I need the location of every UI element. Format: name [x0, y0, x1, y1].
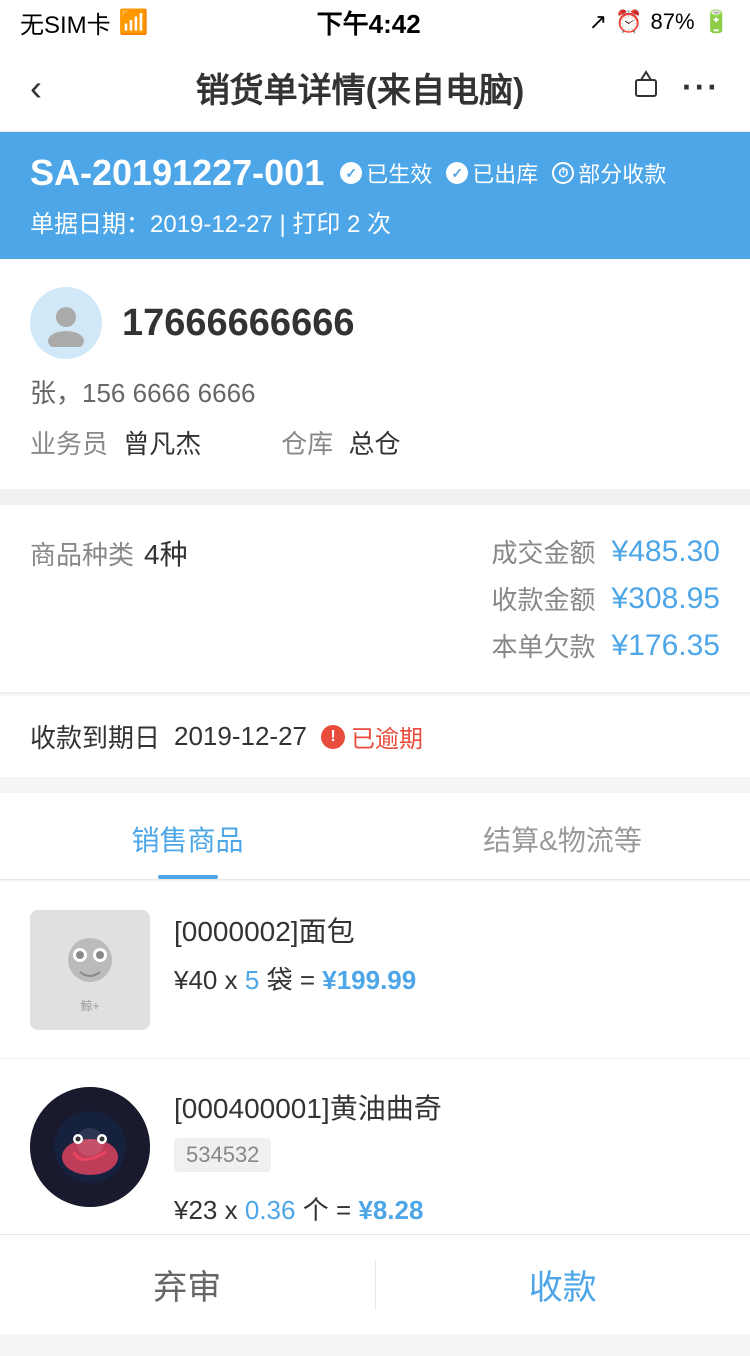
tabs-row: 销售商品 结算&物流等	[0, 793, 750, 879]
back-button[interactable]: ‹	[30, 67, 90, 109]
received-label: 收款金额	[492, 580, 596, 617]
header-top-row: SA-20191227-001 ✓ 已生效 ✓ 已出库 ⏱ 部分收款	[30, 152, 720, 194]
product-price-2: ¥23 x 0.36 个 = ¥8.28	[174, 1190, 720, 1227]
types-label: 商品种类	[30, 535, 134, 572]
customer-section: 17666666666 张，156 6666 6666 业务员 曾凡杰 仓库 总…	[0, 259, 750, 489]
nav-actions: ···	[630, 67, 720, 109]
deal-value: ¥485.30	[612, 535, 720, 569]
clock-icon: ⏱	[552, 162, 574, 184]
due-date-value: 2019-12-27	[174, 721, 307, 752]
warehouse-label: 仓库	[281, 429, 333, 459]
divider-1	[0, 489, 750, 505]
price-eq-1: =	[300, 965, 322, 995]
alarm-icon: ⏰	[615, 9, 642, 35]
product-name-2: [000400001]黄油曲奇	[174, 1087, 720, 1127]
battery-icon: 🔋	[703, 9, 730, 35]
price-base-1: ¥40	[174, 965, 217, 995]
location-icon: ↗	[589, 9, 607, 35]
status-right: ↗ ⏰ 87% 🔋	[589, 9, 730, 35]
price-x-2: x	[225, 1195, 245, 1225]
salesperson-label: 业务员	[30, 429, 108, 459]
product-item: 鲸+ [0000002]面包 ¥40 x 5 袋 = ¥199.99	[0, 882, 750, 1059]
due-section: 收款到期日 2019-12-27 ! 已逾期	[0, 696, 750, 777]
share-button[interactable]	[630, 67, 662, 109]
customer-meta: 业务员 曾凡杰 仓库 总仓	[30, 424, 720, 461]
customer-row: 17666666666	[30, 287, 720, 359]
price-eq-2: =	[336, 1195, 358, 1225]
owed-label: 本单欠款	[492, 627, 596, 664]
badge-shipped: ✓ 已出库	[446, 157, 538, 189]
cancel-review-button[interactable]: 弃审	[0, 1240, 375, 1329]
status-badges: ✓ 已生效 ✓ 已出库 ⏱ 部分收款	[340, 157, 666, 189]
tab-settlement[interactable]: 结算&物流等	[375, 793, 750, 879]
overdue-label: 已逾期	[351, 719, 423, 754]
price-total-2: ¥8.28	[358, 1195, 423, 1225]
header-sub-info: 单据日期：2019-12-27 | 打印 2 次	[30, 204, 720, 239]
collect-payment-button[interactable]: 收款	[376, 1240, 750, 1329]
header-band: SA-20191227-001 ✓ 已生效 ✓ 已出库 ⏱ 部分收款 单据日期：…	[0, 132, 750, 259]
customer-name-sub: 张，156 6666 6666	[30, 373, 720, 410]
warehouse-info: 仓库 总仓	[281, 424, 400, 461]
salesperson-value: 曾凡杰	[123, 429, 201, 459]
price-total-1: ¥199.99	[322, 965, 416, 995]
warehouse-value: 总仓	[349, 429, 401, 459]
wifi-icon: 📶	[119, 8, 149, 37]
bottom-bar: 弃审 收款	[0, 1234, 750, 1334]
price-unit-2: 个	[303, 1195, 329, 1225]
tab-sales-label: 销售商品	[131, 825, 243, 856]
nav-bar: ‹ 销货单详情(来自电脑) ···	[0, 44, 750, 132]
status-left: 无SIM卡 📶	[20, 5, 149, 40]
svg-text:鲸+: 鲸+	[80, 998, 99, 1013]
product-item-2: [000400001]黄油曲奇 534532 ¥23 x 0.36 个 = ¥8…	[0, 1059, 750, 1256]
badge-partial: ⏱ 部分收款	[552, 157, 666, 189]
order-date: 单据日期：2019-12-27	[30, 211, 273, 238]
carrier-label: 无SIM卡	[20, 5, 111, 40]
due-label: 收款到期日	[30, 718, 160, 755]
overdue-icon: !	[321, 725, 345, 749]
badge-active: ✓ 已生效	[340, 157, 432, 189]
product-info-1: [0000002]面包 ¥40 x 5 袋 = ¥199.99	[174, 910, 720, 997]
amounts: 成交金额 ¥485.30 收款金额 ¥308.95 本单欠款 ¥176.35	[492, 533, 720, 664]
product-price-1: ¥40 x 5 袋 = ¥199.99	[174, 960, 720, 997]
battery-label: 87%	[651, 9, 695, 35]
summary-row: 商品种类 4种 成交金额 ¥485.30 收款金额 ¥308.95 本单欠款 ¥…	[30, 533, 720, 664]
received-amount: 收款金额 ¥308.95	[492, 580, 720, 617]
deal-label: 成交金额	[492, 533, 596, 570]
price-base-2: ¥23	[174, 1195, 217, 1225]
types-value: 4种	[144, 533, 188, 573]
check-icon-1: ✓	[340, 162, 362, 184]
deal-amount: 成交金额 ¥485.30	[492, 533, 720, 570]
salesperson-info: 业务员 曾凡杰	[30, 424, 201, 461]
customer-phone: 17666666666	[122, 302, 354, 345]
product-info-2: [000400001]黄油曲奇 534532 ¥23 x 0.36 个 = ¥8…	[174, 1087, 720, 1227]
product-types: 商品种类 4种	[30, 533, 188, 573]
status-bar: 无SIM卡 📶 下午4:42 ↗ ⏰ 87% 🔋	[0, 0, 750, 44]
product-thumb-1: 鲸+	[30, 910, 150, 1030]
tab-settlement-label: 结算&物流等	[483, 825, 642, 856]
price-unit-1: 袋	[267, 965, 293, 995]
overdue-badge: ! 已逾期	[321, 719, 423, 754]
price-qty-1: 5	[245, 965, 259, 995]
product-name-1: [0000002]面包	[174, 910, 720, 950]
page-title: 销货单详情(来自电脑)	[90, 63, 630, 112]
tab-sales-products[interactable]: 销售商品	[0, 793, 375, 879]
owed-value: ¥176.35	[612, 629, 720, 663]
status-time: 下午4:42	[317, 4, 421, 41]
received-value: ¥308.95	[612, 582, 720, 616]
divider-2	[0, 692, 750, 694]
summary-section: 商品种类 4种 成交金额 ¥485.30 收款金额 ¥308.95 本单欠款 ¥…	[0, 505, 750, 692]
owed-amount: 本单欠款 ¥176.35	[492, 627, 720, 664]
check-icon-2: ✓	[446, 162, 468, 184]
order-id: SA-20191227-001	[30, 152, 324, 194]
more-button[interactable]: ···	[682, 69, 720, 106]
products-section: 鲸+ [0000002]面包 ¥40 x 5 袋 = ¥199.99	[0, 882, 750, 1256]
price-x-1: x	[225, 965, 245, 995]
avatar	[30, 287, 102, 359]
price-qty-2: 0.36	[245, 1195, 296, 1225]
tabs-section: 销售商品 结算&物流等	[0, 793, 750, 880]
product-thumb-2	[30, 1087, 150, 1207]
product-sku-2: 534532	[174, 1138, 271, 1172]
print-count: | 打印 2 次	[279, 211, 391, 238]
